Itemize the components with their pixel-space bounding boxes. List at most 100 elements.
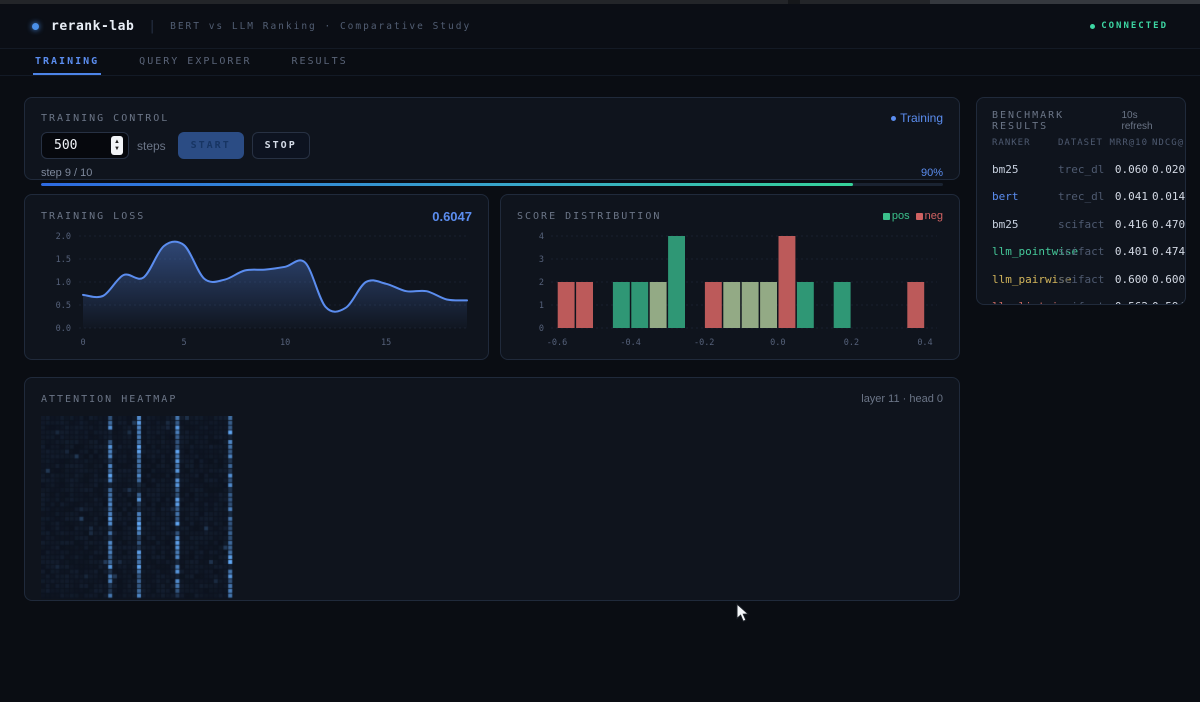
ranker-cell: bm25 xyxy=(992,162,1019,176)
tab-bar: TRAINING QUERY EXPLORER RESULTS xyxy=(0,49,1200,76)
benchmark-column-headers: RANKER DATASET MRR@10 NDCG@10 xyxy=(992,138,1185,148)
table-row: llm_pointwise scifact 0.401 0.474 xyxy=(992,245,1186,258)
svg-text:0.5: 0.5 xyxy=(56,301,71,311)
training-control-panel: TRAINING CONTROL Training 500 ▲ ▼ steps S… xyxy=(24,97,960,186)
header-subtitle: BERT vs LLM Ranking · Comparative Study xyxy=(170,20,472,32)
mrr-cell: 0.562 xyxy=(1108,300,1148,304)
dataset-cell: scifact xyxy=(1058,217,1105,231)
training-loss-panel: TRAINING LOSS 0.6047 0.0 0.5 1.0 1.5 2.0 0 5 10… xyxy=(24,194,489,360)
table-row: bert trec_dl 0.041 0.014 xyxy=(992,190,1186,203)
score-distribution-title: SCORE DISTRIBUTION xyxy=(517,210,662,222)
column-header-mrr10: MRR@10 xyxy=(1109,138,1148,148)
svg-text:0.0: 0.0 xyxy=(56,324,71,334)
svg-text:2.0: 2.0 xyxy=(56,232,71,242)
progress-percent: 90% xyxy=(920,167,943,179)
table-row: llm_listwisescifact 0.562 0.594 xyxy=(992,300,1185,304)
training-status-dot-icon xyxy=(891,115,897,121)
column-header-dataset: DATASET xyxy=(1058,138,1103,148)
start-button[interactable]: START xyxy=(177,132,244,159)
score-histogram: 0 1 2 3 4 -0.6 -0.4 -0.2 0.0 0.2 0.4 xyxy=(539,232,937,348)
table-row: bm25 scifact 0.416 0.470 xyxy=(992,217,1186,231)
dataset-cell: scifact xyxy=(1058,272,1105,286)
tab-query-explorer[interactable]: QUERY EXPLORER xyxy=(137,49,253,75)
step-progress-text: step 9 / 10 xyxy=(41,167,93,179)
connected-dot-icon xyxy=(1090,23,1096,29)
training-control-title: TRAINING CONTROL xyxy=(41,112,170,124)
ranker-cell: bm25 xyxy=(992,217,1019,231)
training-status-label: Training xyxy=(900,111,943,125)
svg-text:4: 4 xyxy=(539,232,544,242)
benchmark-results-panel: BENCHMARK RESULTS 10s refresh RANKER DATA… xyxy=(976,97,1186,305)
app-title: rerank-lab xyxy=(51,18,135,34)
ranker-cell: bert xyxy=(992,190,1019,203)
benchmark-table-body: bm25 trec_dl 0.060 0.020 bert trec_dl 0.041 0.0… xyxy=(992,163,1185,305)
svg-text:0.0: 0.0 xyxy=(770,338,785,348)
legend-item-pos: pos xyxy=(882,210,910,222)
mrr-cell: 0.401 xyxy=(1114,245,1148,258)
attention-heatmap-title: ATTENTION HEATMAP xyxy=(41,393,178,405)
mrr-cell: 0.041 xyxy=(1114,190,1148,203)
attention-heatmap-panel: ATTENTION HEATMAP layer 11 · head 0 xyxy=(24,377,960,601)
svg-text:0: 0 xyxy=(80,338,85,348)
connection-status: CONNECTED xyxy=(1090,21,1168,31)
dataset-cell: scifact xyxy=(1058,300,1104,304)
table-row: llm_pairwise scifact 0.600 0.600 xyxy=(992,272,1186,286)
stop-button[interactable]: STOP xyxy=(251,132,310,159)
mrr-cell: 0.600 xyxy=(1114,272,1148,286)
legend-swatch-icon xyxy=(915,212,923,220)
loss-line-chart: 0.0 0.5 1.0 1.5 2.0 0 5 10 15 xyxy=(56,232,469,348)
tab-training[interactable]: TRAINING xyxy=(33,49,102,75)
legend-item-neg: neg xyxy=(915,210,943,222)
steps-input[interactable]: 500 ▲ ▼ xyxy=(41,132,129,159)
svg-text:0.2: 0.2 xyxy=(844,338,859,348)
svg-text:2: 2 xyxy=(539,278,544,288)
legend-swatch-icon xyxy=(882,212,890,220)
progress-bar-fill xyxy=(41,183,853,186)
ndcg-cell: 0.014 xyxy=(1152,190,1186,203)
ranker-cell: llm_listwise xyxy=(992,300,1071,304)
connected-label: CONNECTED xyxy=(1101,21,1168,31)
ndcg-cell: 0.470 xyxy=(1152,217,1186,231)
svg-text:1.0: 1.0 xyxy=(56,278,71,288)
mrr-cell: 0.060 xyxy=(1114,162,1148,176)
progress-bar xyxy=(41,183,943,186)
dataset-cell: trec_dl xyxy=(1058,190,1105,203)
svg-text:1.5: 1.5 xyxy=(56,255,71,265)
ndcg-cell: 0.474 xyxy=(1152,245,1186,258)
score-distribution-panel: SCORE DISTRIBUTION pos neg 0 1 2 3 4 -0.6 -0.4 -… xyxy=(500,194,960,360)
logo-dot-icon xyxy=(32,22,39,30)
app-header: rerank-lab | BERT vs LLM Ranking · Compa… xyxy=(0,4,1200,49)
column-header-ndcg10: NDCG@10 xyxy=(1152,138,1185,148)
tab-results[interactable]: RESULTS xyxy=(289,49,349,75)
column-header-ranker: RANKER xyxy=(992,138,1031,148)
ndcg-cell: 0.600 xyxy=(1152,272,1186,286)
ndcg-cell: 0.020 xyxy=(1152,162,1186,176)
histogram-legend: pos neg xyxy=(882,210,943,222)
app-root: rerank-lab | BERT vs LLM Ranking · Compa… xyxy=(0,0,1200,702)
steps-label: steps xyxy=(137,138,166,153)
svg-text:0: 0 xyxy=(539,324,544,334)
header-divider: | xyxy=(148,18,157,34)
ranker-cell: llm_pointwise xyxy=(992,245,1079,258)
current-loss-value: 0.6047 xyxy=(432,208,472,224)
svg-text:10: 10 xyxy=(280,338,290,348)
number-stepper-icon[interactable]: ▲ ▼ xyxy=(111,136,123,155)
svg-text:-0.4: -0.4 xyxy=(620,338,640,348)
dataset-cell: scifact xyxy=(1058,245,1105,258)
ranker-cell: llm_pairwise xyxy=(992,272,1072,286)
table-row: bm25 trec_dl 0.060 0.020 xyxy=(992,162,1186,176)
svg-text:0.4: 0.4 xyxy=(917,338,932,348)
ndcg-cell: 0.594 xyxy=(1152,300,1185,304)
svg-text:5: 5 xyxy=(181,338,186,348)
svg-text:15: 15 xyxy=(381,338,391,348)
svg-text:1: 1 xyxy=(539,301,544,311)
dataset-cell: trec_dl xyxy=(1058,162,1105,176)
training-loss-title: TRAINING LOSS xyxy=(41,210,146,222)
svg-text:3: 3 xyxy=(539,255,544,265)
mrr-cell: 0.416 xyxy=(1114,217,1148,231)
svg-text:-0.2: -0.2 xyxy=(694,338,714,348)
steps-input-value: 500 xyxy=(54,138,78,153)
attention-heatmap-canvas xyxy=(41,416,233,599)
benchmark-title: BENCHMARK RESULTS xyxy=(992,110,1065,132)
training-status-badge: Training xyxy=(891,111,943,125)
